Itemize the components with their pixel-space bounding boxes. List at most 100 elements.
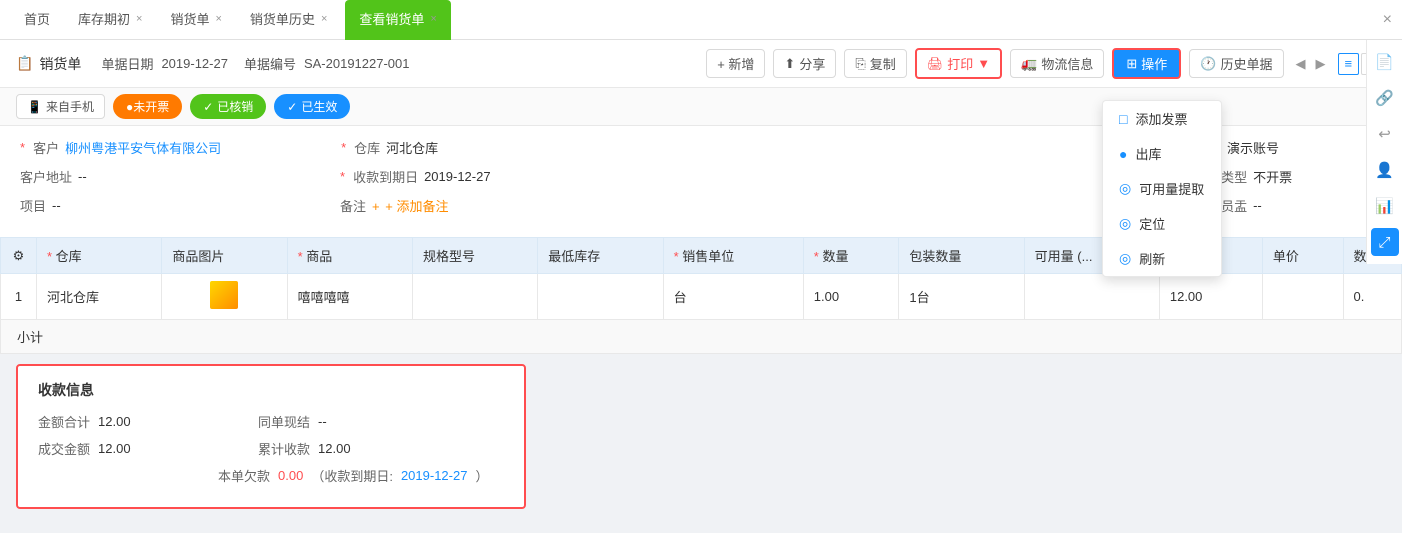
tab-sales-order[interactable]: 销货单 × (156, 0, 235, 40)
row-min-stock (538, 274, 663, 320)
refresh-icon: ◎ (1119, 250, 1131, 267)
from-phone-button[interactable]: 📱 来自手机 (16, 94, 105, 119)
sidebar-return-icon[interactable]: ↩ (1371, 120, 1399, 148)
row-other: 0. (1343, 274, 1401, 320)
project-field: 项目 -- (20, 196, 220, 215)
tab-bar: 首页 库存期初 × 销货单 × 销货单历史 × 查看销货单 × × (0, 0, 1402, 40)
owed-value: 0.00 (278, 468, 303, 483)
tab-close-sales-order[interactable]: × (215, 13, 221, 25)
locate-icon: ◎ (1119, 215, 1131, 232)
customer-value[interactable]: 柳州粤港平安气体有限公司 (65, 138, 221, 157)
warehouse-field: * 仓库 河北仓库 (341, 138, 541, 157)
payment-deal: 成交金额 12.00 (38, 439, 198, 458)
payment-row-3: 本单欠款 0.00 （收款到期日: 2019-12-27 ） (38, 466, 504, 485)
prev-arrow[interactable]: ◀ (1292, 54, 1310, 74)
dropdown-outbound[interactable]: ● 出库 (1103, 136, 1221, 171)
settlement-value: -- (318, 414, 327, 429)
deal-value: 12.00 (98, 441, 131, 456)
note-field: 备注 + + 添加备注 (340, 196, 540, 215)
right-sidebar: 📄 🔗 ↩ 👤 📊 ⤢ (1366, 40, 1402, 264)
table-row: 1 河北仓库 嘻嘻嘻嘻 台 1.00 1台 12.00 0. (1, 274, 1402, 320)
dropdown-locate[interactable]: ◎ 定位 (1103, 206, 1221, 241)
total-value: 12.00 (98, 414, 131, 429)
doc-icon: 📋 (16, 55, 33, 72)
global-close-icon[interactable]: × (1383, 11, 1392, 29)
tab-close-inventory-init[interactable]: × (136, 13, 142, 25)
outbound-icon: ● (1119, 146, 1127, 162)
payment-total: 金额合计 12.00 (38, 412, 198, 431)
add-invoice-icon: □ (1119, 111, 1127, 127)
payment-cumulative: 累计收款 12.00 (258, 439, 418, 458)
check-ok-button[interactable]: ✓ 已核销 (190, 94, 266, 119)
payment-row-1: 金额合计 12.00 同单现结 -- (38, 412, 504, 431)
address-value: -- (78, 169, 87, 184)
row-warehouse: 河北仓库 (37, 274, 162, 320)
print-button[interactable]: 🖨 打印 ▼ (915, 48, 1002, 79)
row-spec (412, 274, 537, 320)
effective-icon: ✓ (287, 100, 297, 114)
operate-button[interactable]: ⊞ 操作 (1112, 48, 1181, 79)
dropdown-refresh[interactable]: ◎ 刷新 (1103, 241, 1221, 276)
share-button[interactable]: ⬆ 分享 (773, 49, 836, 78)
effective-button[interactable]: ✓ 已生效 (274, 94, 350, 119)
due-date-value: 2019-12-27 (424, 169, 491, 184)
col-img: 商品图片 (162, 238, 287, 274)
history-button[interactable]: 🕐 历史单据 (1189, 49, 1283, 78)
tab-close-sales-history[interactable]: × (321, 13, 327, 25)
phone-icon: 📱 (27, 100, 42, 114)
row-qty: 1.00 (803, 274, 899, 320)
row-price (1262, 274, 1343, 320)
row-pack-qty: 1台 (899, 274, 1024, 320)
print-icon: 🖨 (927, 56, 944, 72)
sidebar-user-icon[interactable]: 👤 (1371, 156, 1399, 184)
sidebar-expand-icon[interactable]: ⤢ (1371, 228, 1399, 256)
doc-actions: + 新增 ⬆ 分享 ⎘ 复制 🖨 打印 ▼ 🚛 物流信息 ⊞ 操作 (706, 48, 1386, 79)
logistics-button[interactable]: 🚛 物流信息 (1010, 49, 1104, 78)
add-note-btn[interactable]: + + 添加备注 (372, 196, 448, 215)
tab-home[interactable]: 首页 (10, 0, 64, 40)
next-arrow[interactable]: ▶ (1312, 54, 1330, 74)
doc-date-label: 单据日期 2019-12-27 (101, 54, 228, 73)
payment-settlement: 同单现结 -- (258, 412, 418, 431)
col-qty: * 数量 (803, 238, 899, 274)
sidebar-link-icon[interactable]: 🔗 (1371, 84, 1399, 112)
print-dropdown-icon: ▼ (977, 56, 990, 71)
row-no: 1 (1, 274, 37, 320)
check-icon: ✓ (203, 100, 213, 114)
tab-sales-history[interactable]: 销货单历史 × (236, 0, 341, 40)
sidebar-doc-icon[interactable]: 📄 (1371, 48, 1399, 76)
subtotal-row: 小计 (1, 320, 1402, 354)
sidebar-chart-icon[interactable]: 📊 (1371, 192, 1399, 220)
col-min-stock: 最低库存 (538, 238, 663, 274)
payment-title: 收款信息 (38, 380, 504, 400)
doc-header: 📋 销货单 单据日期 2019-12-27 单据编号 SA-20191227-0… (0, 40, 1402, 88)
doc-title: 📋 销货单 (16, 54, 81, 74)
staff-value: 演示账号 (1227, 138, 1279, 157)
tab-inventory-init[interactable]: 库存期初 × (64, 0, 156, 40)
new-button[interactable]: + 新增 (706, 49, 765, 78)
logistics-icon: 🚛 (1021, 56, 1037, 72)
copy-button[interactable]: ⎘ 复制 (844, 49, 906, 78)
not-open-button[interactable]: ●未开票 (113, 94, 182, 119)
list-view-btn[interactable]: ≡ (1338, 53, 1360, 75)
staff2-value: -- (1253, 198, 1262, 213)
avail-extract-icon: ◎ (1119, 180, 1131, 197)
subtotal-label: 小计 (1, 320, 1402, 354)
owed-date: 2019-12-27 (401, 468, 468, 483)
operate-dropdown: □ 添加发票 ● 出库 ◎ 可用量提取 ◎ 定位 ◎ 刷新 (1102, 100, 1222, 277)
row-avail (1024, 274, 1159, 320)
col-spec: 规格型号 (412, 238, 537, 274)
tab-close-view-sales-order[interactable]: × (430, 13, 436, 25)
history-icon: 🕐 (1200, 56, 1216, 72)
doc-meta: 单据日期 2019-12-27 单据编号 SA-20191227-001 (101, 54, 409, 73)
row-product: 嘻嘻嘻嘻 (287, 274, 412, 320)
dropdown-add-invoice[interactable]: □ 添加发票 (1103, 101, 1221, 136)
dropdown-avail-extract[interactable]: ◎ 可用量提取 (1103, 171, 1221, 206)
operate-grid-icon: ⊞ (1126, 56, 1137, 72)
tab-view-sales-order[interactable]: 查看销货单 × (345, 0, 450, 40)
ticket-value: 不开票 (1253, 167, 1292, 186)
col-pack-qty: 包装数量 (899, 238, 1024, 274)
project-value: -- (52, 198, 61, 213)
row-unit: 台 (663, 274, 803, 320)
customer-field: * 客户 柳州粤港平安气体有限公司 (20, 138, 221, 157)
